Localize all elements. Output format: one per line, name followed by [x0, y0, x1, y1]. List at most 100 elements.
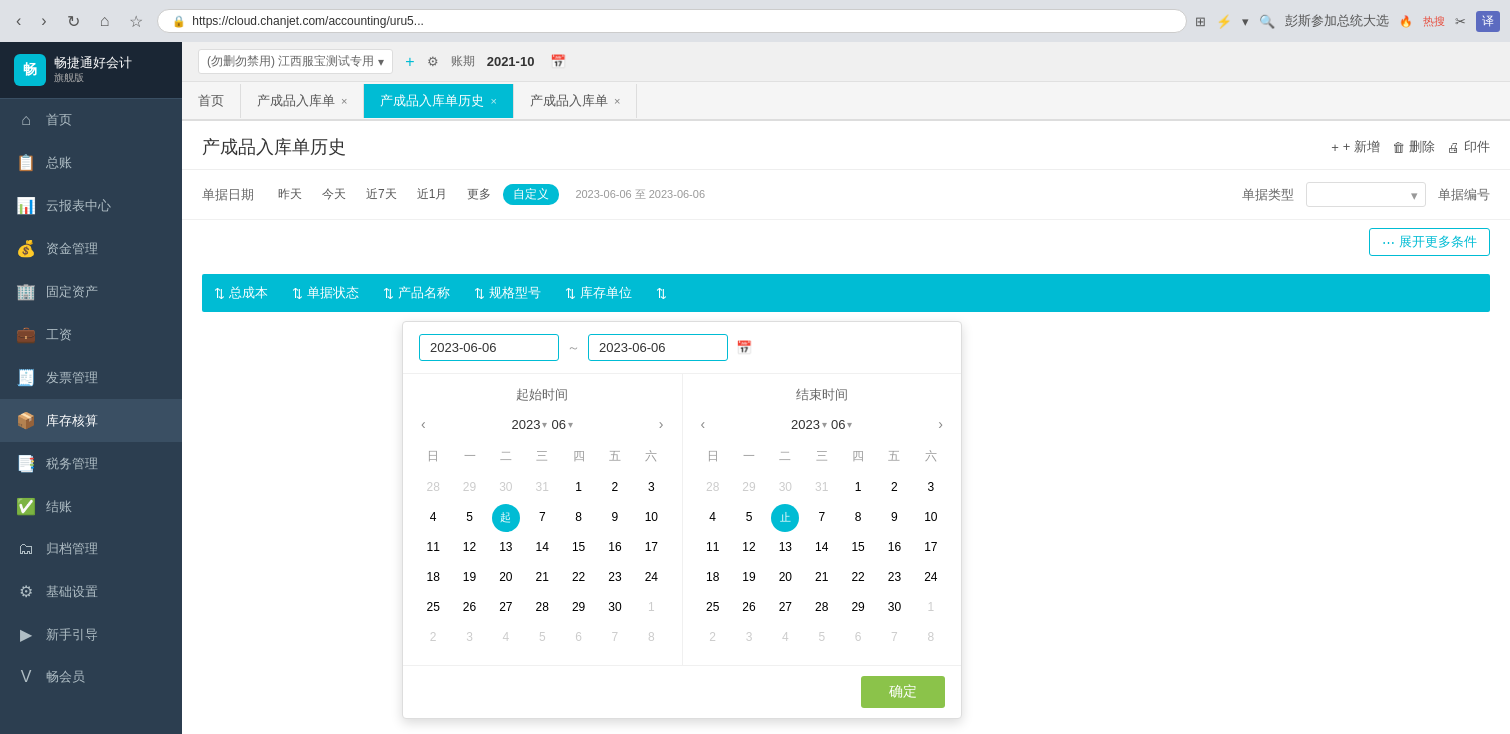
- start-year-btn[interactable]: 2023 ▾: [512, 417, 548, 432]
- confirm-button[interactable]: 确定: [861, 676, 945, 708]
- cal-day[interactable]: 17: [917, 534, 945, 562]
- close-icon[interactable]: ×: [490, 95, 496, 107]
- cal-day[interactable]: 21: [808, 564, 836, 592]
- sidebar-item-salary[interactable]: 💼 工资: [0, 313, 182, 356]
- cal-day[interactable]: 20: [492, 564, 520, 592]
- cal-day[interactable]: 29: [735, 474, 763, 502]
- cal-day[interactable]: 30: [492, 474, 520, 502]
- cal-day[interactable]: 22: [844, 564, 872, 592]
- cal-day[interactable]: 11: [419, 534, 447, 562]
- cal-day[interactable]: 28: [419, 474, 447, 502]
- bookmark-button[interactable]: ☆: [123, 10, 149, 33]
- cal-day[interactable]: 8: [844, 504, 872, 532]
- cal-day[interactable]: 16: [601, 534, 629, 562]
- cal-day[interactable]: 1: [637, 594, 665, 622]
- sidebar-item-vip[interactable]: V 畅会员: [0, 656, 182, 698]
- cal-day[interactable]: 21: [528, 564, 556, 592]
- cal-day[interactable]: 9: [601, 504, 629, 532]
- period-calendar-icon[interactable]: 📅: [550, 54, 566, 69]
- add-tab-button[interactable]: +: [405, 53, 414, 71]
- cal-day[interactable]: 1: [844, 474, 872, 502]
- cal-day[interactable]: 24: [917, 564, 945, 592]
- cal-day[interactable]: 5: [456, 504, 484, 532]
- cal-day[interactable]: 9: [880, 504, 908, 532]
- address-bar[interactable]: 🔒 https://cloud.chanjet.com/accounting/u…: [157, 9, 1187, 33]
- th-cost[interactable]: ⇅ 总成本: [202, 284, 280, 302]
- cal-day[interactable]: 2: [601, 474, 629, 502]
- print-button[interactable]: 🖨 印件: [1447, 138, 1490, 156]
- bolt-icon[interactable]: ⚡: [1216, 14, 1232, 29]
- company-selector[interactable]: (勿删勿禁用) 江西服宝测试专用 ▾: [198, 49, 393, 74]
- sidebar-item-asset[interactable]: 🏢 固定资产: [0, 270, 182, 313]
- back-button[interactable]: ‹: [10, 10, 27, 32]
- sidebar-item-home[interactable]: ⌂ 首页: [0, 99, 182, 141]
- cal-day[interactable]: 5: [735, 504, 763, 532]
- cal-day[interactable]: 3: [735, 624, 763, 652]
- home-button[interactable]: ⌂: [94, 10, 116, 32]
- cal-day[interactable]: 29: [565, 594, 593, 622]
- cal-day[interactable]: 30: [880, 594, 908, 622]
- cal-day[interactable]: 23: [880, 564, 908, 592]
- cal-day[interactable]: 1: [565, 474, 593, 502]
- cal-day[interactable]: 27: [492, 594, 520, 622]
- cal-day[interactable]: 19: [456, 564, 484, 592]
- cal-day[interactable]: 8: [637, 624, 665, 652]
- extensions-icon[interactable]: ⊞: [1195, 14, 1206, 29]
- tab-home[interactable]: 首页: [182, 84, 241, 118]
- end-year-btn[interactable]: 2023 ▾: [791, 417, 827, 432]
- yesterday-btn[interactable]: 昨天: [270, 183, 310, 206]
- cal-day[interactable]: 24: [637, 564, 665, 592]
- expand-btn[interactable]: ⋯ 展开更多条件: [1369, 228, 1490, 256]
- th-spec[interactable]: ⇅ 规格型号: [462, 284, 553, 302]
- cal-day[interactable]: 12: [456, 534, 484, 562]
- cal-day[interactable]: 10: [917, 504, 945, 532]
- add-button[interactable]: + + 新增: [1331, 138, 1380, 156]
- cal-day[interactable]: 3: [456, 624, 484, 652]
- close-icon[interactable]: ×: [341, 95, 347, 107]
- tab-inbound1[interactable]: 产成品入库单 ×: [241, 84, 364, 118]
- cal-day[interactable]: 14: [808, 534, 836, 562]
- th-unit[interactable]: ⇅ 库存单位: [553, 284, 644, 302]
- cal-day[interactable]: 29: [844, 594, 872, 622]
- cal-day[interactable]: 28: [528, 594, 556, 622]
- cal-day[interactable]: 18: [699, 564, 727, 592]
- cal-day[interactable]: 16: [880, 534, 908, 562]
- cal-day[interactable]: 3: [917, 474, 945, 502]
- sidebar-item-invoice[interactable]: 🧾 发票管理: [0, 356, 182, 399]
- cal-day[interactable]: 6: [844, 624, 872, 652]
- sidebar-item-settings[interactable]: ⚙ 基础设置: [0, 570, 182, 613]
- cal-day[interactable]: 20: [771, 564, 799, 592]
- cal-day[interactable]: 4: [699, 504, 727, 532]
- search-icon[interactable]: 🔍: [1259, 14, 1275, 29]
- cal-day[interactable]: 22: [565, 564, 593, 592]
- type-dropdown[interactable]: [1306, 182, 1426, 207]
- cal-day[interactable]: 26: [735, 594, 763, 622]
- th-status[interactable]: ⇅ 单据状态: [280, 284, 371, 302]
- cal-day[interactable]: 11: [699, 534, 727, 562]
- last7-btn[interactable]: 近7天: [358, 183, 405, 206]
- cal-day[interactable]: 7: [601, 624, 629, 652]
- cal-day[interactable]: 19: [735, 564, 763, 592]
- settings-tab-icon[interactable]: ⚙: [427, 54, 439, 69]
- cal-day[interactable]: 31: [808, 474, 836, 502]
- tab-inbound2[interactable]: 产成品入库单 ×: [514, 84, 637, 118]
- cal-day[interactable]: 1: [917, 594, 945, 622]
- cal-day[interactable]: 13: [771, 534, 799, 562]
- cal-day[interactable]: 4: [771, 624, 799, 652]
- sidebar-item-fund[interactable]: 💰 资金管理: [0, 227, 182, 270]
- cal-day[interactable]: 14: [528, 534, 556, 562]
- forward-button[interactable]: ›: [35, 10, 52, 32]
- cal-day[interactable]: 30: [601, 594, 629, 622]
- end-date-input[interactable]: [588, 334, 728, 361]
- end-month-btn[interactable]: 06 ▾: [831, 417, 852, 432]
- cal-day[interactable]: 15: [844, 534, 872, 562]
- cal-day[interactable]: 31: [528, 474, 556, 502]
- cal-day[interactable]: 3: [637, 474, 665, 502]
- cal-day[interactable]: 29: [456, 474, 484, 502]
- refresh-button[interactable]: ↻: [61, 10, 86, 33]
- cal-day[interactable]: 25: [699, 594, 727, 622]
- start-month-btn[interactable]: 06 ▾: [551, 417, 572, 432]
- cal-day[interactable]: 26: [456, 594, 484, 622]
- sidebar-item-ledger[interactable]: 📋 总账: [0, 141, 182, 184]
- th-product[interactable]: ⇅ 产品名称: [371, 284, 462, 302]
